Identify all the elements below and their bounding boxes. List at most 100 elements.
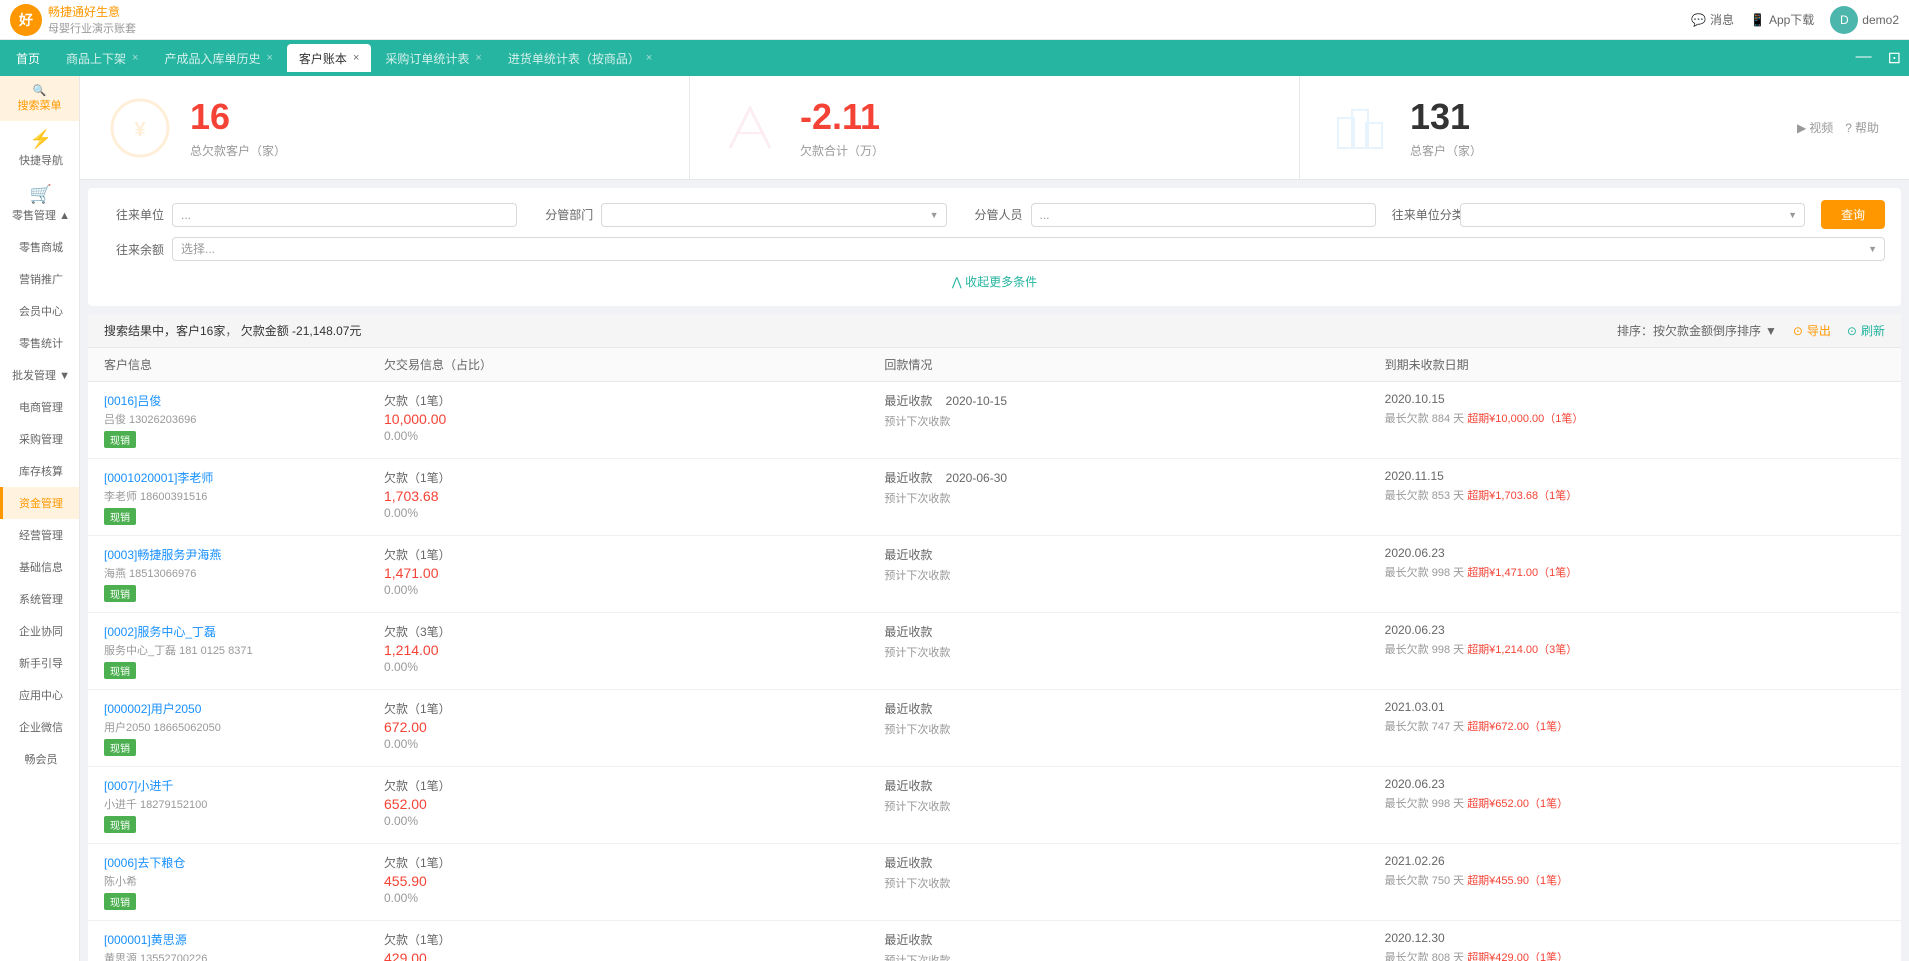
sort-label: 排序：按欠款金额倒序排序 — [1617, 322, 1761, 339]
collapse-btn[interactable]: ⋀ 收起更多条件 — [104, 269, 1885, 294]
close-purchase-order-icon[interactable]: × — [475, 52, 481, 64]
message-btn[interactable]: 💬 消息 — [1691, 11, 1734, 28]
sidebar-search[interactable]: 🔍 搜索菜单 — [0, 76, 79, 121]
sidebar-item-enterprise[interactable]: 企业协同 — [0, 615, 79, 647]
table-row: [0003]畅捷服务尹海燕 海燕 18513066976 现销 欠款（1笔） 1… — [88, 536, 1901, 613]
balance-select[interactable]: 选择... — [172, 237, 1885, 261]
close-customer-ledger-icon[interactable]: × — [353, 52, 359, 64]
table-row: [000002]用户2050 用户2050 18665062050 现销 欠款（… — [88, 690, 1901, 767]
tab-purchase-order[interactable]: 采购订单统计表 × — [373, 44, 493, 72]
overdue-link[interactable]: 超期¥672.00（1笔） — [1467, 721, 1568, 733]
sort-button[interactable]: 排序：按欠款金额倒序排序 ▼ — [1617, 322, 1777, 339]
department-select[interactable] — [601, 203, 946, 227]
due-date: 2020.06.23 — [1385, 546, 1885, 560]
user-area[interactable]: D demo2 — [1830, 6, 1899, 34]
sidebar-item-retail-stats[interactable]: 零售统计 — [0, 327, 79, 359]
source-category-select[interactable] — [1460, 203, 1805, 227]
tab-maximize-btn[interactable]: ⊡ — [1884, 48, 1905, 68]
sidebar-item-retail-mgmt[interactable]: 🛒 零售管理 ▲ — [0, 176, 79, 231]
tab-customer-ledger[interactable]: 客户账本 × — [287, 44, 371, 72]
customer-name[interactable]: [000002]用户2050 — [104, 700, 384, 717]
debt-percent: 0.00% — [384, 506, 884, 520]
sidebar-guide-label: 新手引导 — [19, 658, 63, 670]
sidebar-item-operations[interactable]: 经营管理 — [0, 519, 79, 551]
customer-name[interactable]: [0016]吕俊 — [104, 392, 384, 409]
sidebar-item-guide[interactable]: 新手引导 — [0, 647, 79, 679]
debt-percent: 0.00% — [384, 814, 884, 828]
video-btn[interactable]: ▶ 视频 — [1797, 119, 1833, 136]
close-product-history-icon[interactable]: × — [266, 52, 272, 64]
debt-amount[interactable]: 1,703.68 — [384, 488, 884, 504]
collect-next: 预计下次收款 — [884, 798, 1384, 814]
sidebar-item-wholesale[interactable]: 批发管理 ▼ — [0, 359, 79, 391]
sidebar-item-ecommerce[interactable]: 电商管理 — [0, 391, 79, 423]
sidebar-item-marketing[interactable]: 营销推广 — [0, 263, 79, 295]
collect-next: 预计下次收款 — [884, 567, 1384, 583]
debt-amount[interactable]: 10,000.00 — [384, 411, 884, 427]
customer-name[interactable]: [0001020001]李老师 — [104, 469, 384, 486]
customer-cell: [000001]黄思源 黄思源 13552700226 现销 — [104, 931, 384, 961]
sidebar-item-purchase[interactable]: 采购管理 — [0, 423, 79, 455]
customer-info: 黄思源 13552700226 — [104, 950, 384, 961]
help-btn[interactable]: ? 帮助 — [1845, 119, 1879, 136]
export-icon: ⊙ — [1793, 324, 1803, 338]
refresh-button[interactable]: ⊙ 刷新 — [1847, 322, 1885, 339]
manager-input[interactable]: ... — [1031, 203, 1376, 227]
overdue-link[interactable]: 超期¥10,000.00（1笔） — [1467, 413, 1583, 425]
sidebar-item-member2[interactable]: 畅会员 — [0, 743, 79, 775]
sidebar-item-finance[interactable]: 资金管理 — [0, 487, 79, 519]
sidebar-item-member[interactable]: 会员中心 — [0, 295, 79, 327]
tab-minimize-btn[interactable]: — — [1852, 48, 1876, 68]
sidebar-member-label: 会员中心 — [19, 306, 63, 318]
customer-name[interactable]: [0006]去下粮仓 — [104, 854, 384, 871]
sidebar-item-quick-nav[interactable]: ⚡ 快捷导航 — [0, 121, 79, 176]
overdue-link[interactable]: 超期¥652.00（1笔） — [1467, 798, 1568, 810]
sidebar-item-system[interactable]: 系统管理 — [0, 583, 79, 615]
total-customers-value: 131 — [1410, 96, 1482, 138]
filter-manager: 分管人员 ... — [963, 203, 1376, 227]
app-download-btn[interactable]: 📱 App下载 — [1750, 11, 1814, 28]
tab-purchase-stats[interactable]: 进货单统计表（按商品） × — [496, 44, 664, 72]
debt-count: 欠款（1笔） — [384, 469, 884, 486]
due-cell: 2020.10.15 最长欠款 884 天 超期¥10,000.00（1笔） — [1385, 392, 1885, 426]
tab-product-listing[interactable]: 商品上下架 × — [54, 44, 150, 72]
tab-product-history[interactable]: 产成品入库单历史 × — [152, 44, 284, 72]
tab-purchase-stats-label: 进货单统计表（按商品） — [508, 50, 640, 67]
export-button[interactable]: ⊙ 导出 — [1793, 322, 1831, 339]
sidebar-item-app-center[interactable]: 应用中心 — [0, 679, 79, 711]
customer-tag: 现销 — [104, 893, 136, 910]
close-product-listing-icon[interactable]: × — [132, 52, 138, 64]
debt-amount[interactable]: 455.90 — [384, 873, 884, 889]
debt-amount[interactable]: 672.00 — [384, 719, 884, 735]
customer-name[interactable]: [0007]小进千 — [104, 777, 384, 794]
customer-name[interactable]: [0002]服务中心_丁磊 — [104, 623, 384, 640]
search-button[interactable]: 查询 — [1821, 200, 1885, 229]
debt-amount[interactable]: 429.00 — [384, 950, 884, 961]
overdue-link[interactable]: 超期¥1,214.00（3笔） — [1467, 644, 1577, 656]
close-purchase-stats-icon[interactable]: × — [646, 52, 652, 64]
username: demo2 — [1862, 13, 1899, 27]
tab-home[interactable]: 首页 — [4, 44, 52, 72]
overdue-link[interactable]: 超期¥455.90（1笔） — [1467, 875, 1568, 887]
debt-count: 欠款（1笔） — [384, 777, 884, 794]
overdue-link[interactable]: 超期¥429.00（1笔） — [1467, 952, 1568, 961]
sidebar-item-retail-mall[interactable]: 零售商城 — [0, 231, 79, 263]
overdue-link[interactable]: 超期¥1,471.00（1笔） — [1467, 567, 1577, 579]
source-unit-input[interactable]: ... — [172, 203, 517, 227]
customer-name[interactable]: [0003]畅捷服务尹海燕 — [104, 546, 384, 563]
sort-arrow-icon: ▼ — [1765, 324, 1777, 338]
sidebar-item-basic-info[interactable]: 基础信息 — [0, 551, 79, 583]
sidebar-item-wechat[interactable]: 企业微信 — [0, 711, 79, 743]
customer-cell: [0007]小进千 小进千 18279152100 现销 — [104, 777, 384, 833]
collection-cell: 最近收款 预计下次收款 — [884, 546, 1384, 583]
debt-amount[interactable]: 1,471.00 — [384, 565, 884, 581]
overdue-link[interactable]: 超期¥1,703.68（1笔） — [1467, 490, 1577, 502]
sidebar-item-inventory[interactable]: 库存核算 — [0, 455, 79, 487]
debt-count: 欠款（1笔） — [384, 931, 884, 948]
total-customers-label: 总客户（家） — [1410, 142, 1482, 159]
debt-amount[interactable]: 1,214.00 — [384, 642, 884, 658]
app-label: App下载 — [1769, 11, 1814, 28]
debt-amount[interactable]: 652.00 — [384, 796, 884, 812]
customer-name[interactable]: [000001]黄思源 — [104, 931, 384, 948]
refresh-label: 刷新 — [1861, 322, 1885, 339]
